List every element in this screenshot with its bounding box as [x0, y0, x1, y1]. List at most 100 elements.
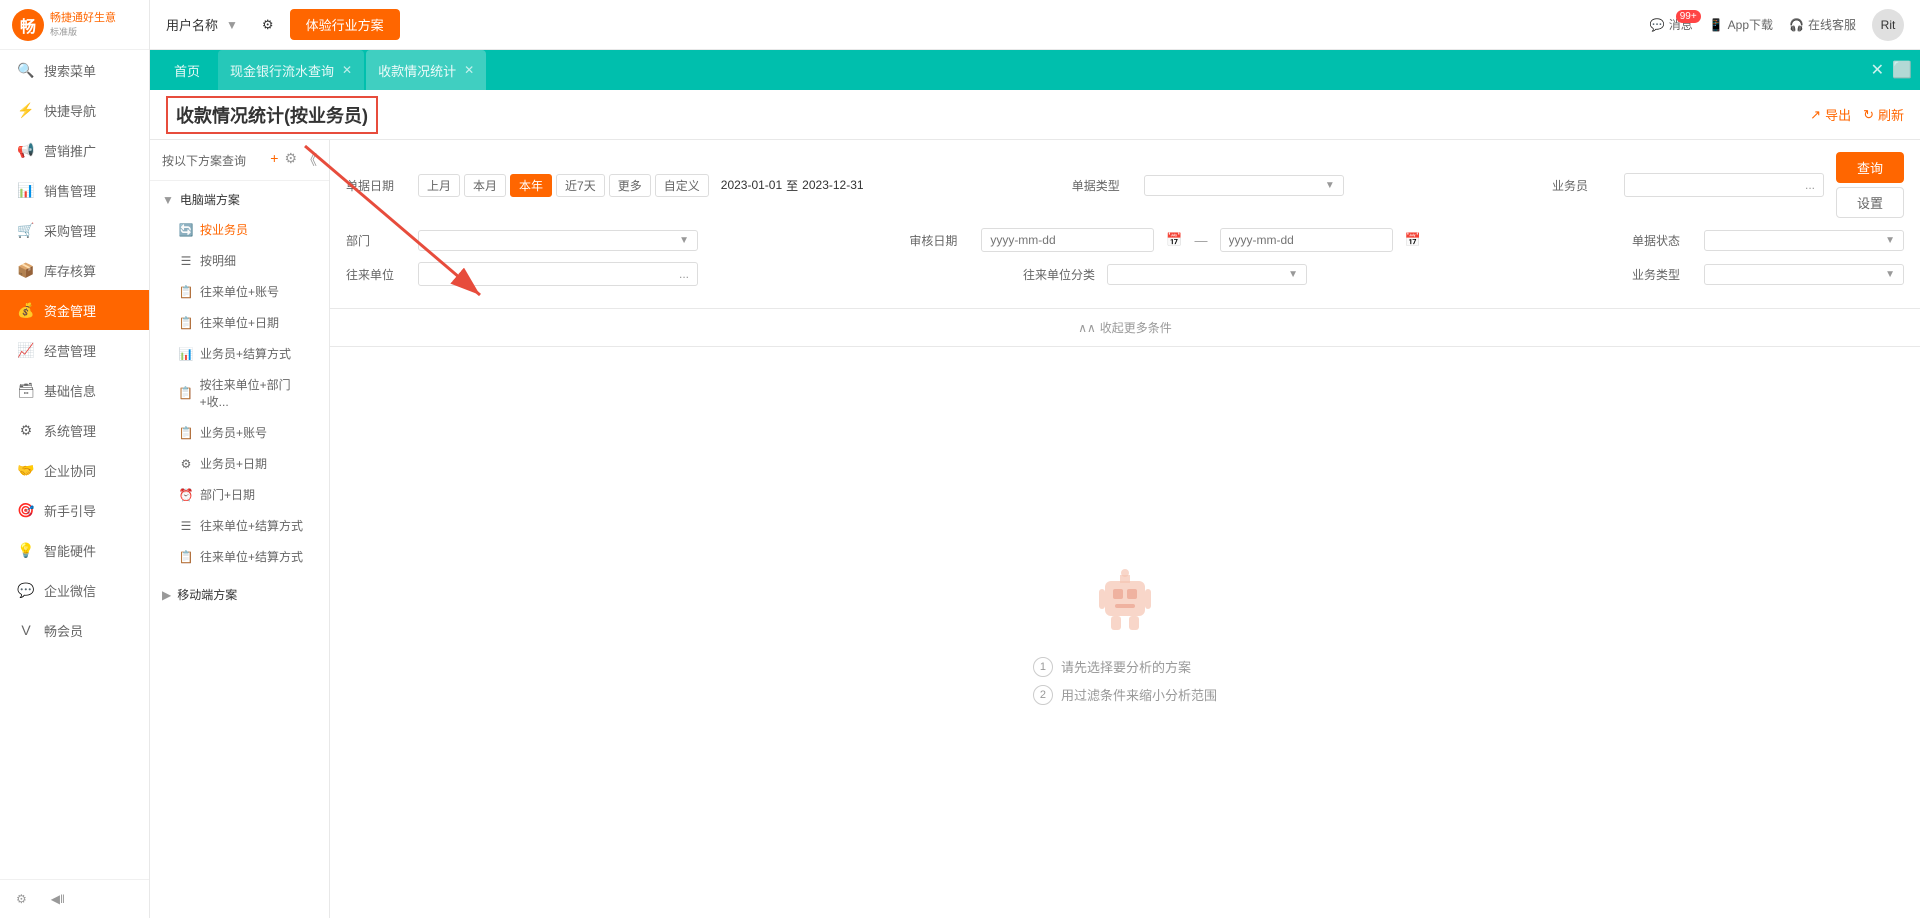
tab-collection-stats[interactable]: 收款情况统计 ✕	[366, 50, 486, 90]
sidebar-item-guide[interactable]: 🎯新手引导	[0, 490, 149, 530]
partner-more-btn[interactable]: ...	[679, 267, 689, 281]
nav-label-search: 搜索菜单	[44, 61, 96, 80]
scheme-item-dept-date-label: 部门+日期	[200, 486, 255, 503]
user-avatar[interactable]: Rit	[1872, 9, 1904, 41]
nav-icon-inventory: 📦	[16, 260, 36, 280]
scheme-item-partner-date[interactable]: 📋 往来单位+日期	[150, 307, 329, 338]
nav-label-member: 畅会员	[44, 621, 83, 640]
tab-maximize-icon[interactable]: ⬜	[1892, 60, 1912, 80]
scheme-item-partner-dept[interactable]: 📋 按往来单位+部门+收...	[150, 369, 329, 417]
review-date-end[interactable]	[1220, 228, 1393, 252]
scheme-item-by-salesman-icon: 🔄	[178, 222, 194, 238]
scheme-item-partner-dept-icon: 📋	[178, 385, 194, 401]
gear-icon-topbar[interactable]: ⚙	[262, 17, 274, 33]
sidebar-item-marketing[interactable]: 📢营销推广	[0, 130, 149, 170]
review-date-label: 审核日期	[909, 232, 969, 249]
breadcrumb[interactable]: 用户名称 ▼	[166, 15, 238, 34]
sidebar-item-search[interactable]: 🔍搜索菜单	[0, 50, 149, 90]
dept-select[interactable]: ▼	[418, 230, 698, 251]
sidebar-item-operation[interactable]: 📈经营管理	[0, 330, 149, 370]
scheme-item-salesman-date[interactable]: ⚙ 业务员+日期	[150, 448, 329, 479]
left-panel-collapse-btn[interactable]: 《	[303, 150, 317, 170]
sidebar-item-finance[interactable]: 💰资金管理	[0, 290, 149, 330]
preset-more[interactable]: 更多	[609, 174, 651, 197]
salesman-more-btn[interactable]: ...	[1805, 178, 1815, 192]
tab-home[interactable]: 首页	[158, 50, 216, 90]
tab-bank-flow-close[interactable]: ✕	[342, 63, 352, 77]
preset-this-year[interactable]: 本年	[510, 174, 552, 197]
sidebar-item-system[interactable]: ⚙系统管理	[0, 410, 149, 450]
calendar-start-icon[interactable]: 📅	[1166, 232, 1182, 248]
tab-bank-flow[interactable]: 现金银行流水查询 ✕	[218, 50, 364, 90]
sidebar-item-inventory[interactable]: 📦库存核算	[0, 250, 149, 290]
scheme-item-partner-account-label: 往来单位+账号	[200, 283, 279, 300]
tab-close-all-icon[interactable]: ✕	[1871, 60, 1884, 80]
page-header: 收款情况统计(按业务员) ↗ 导出 ↻ 刷新	[150, 90, 1920, 140]
refresh-label: 刷新	[1878, 105, 1904, 124]
preset-last-month[interactable]: 上月	[418, 174, 460, 197]
date-to: 至	[786, 177, 798, 194]
sidebar-item-member[interactable]: V畅会员	[0, 610, 149, 650]
partner-category-select[interactable]: ▼	[1107, 264, 1307, 285]
preset-custom[interactable]: 自定义	[655, 174, 709, 197]
review-date-start[interactable]	[981, 228, 1154, 252]
nav-label-hardware: 智能硬件	[44, 541, 96, 560]
scheme-item-partner-settle2[interactable]: 📋 往来单位+结算方式	[150, 541, 329, 572]
left-panel-settings-btn[interactable]: ⚙	[284, 150, 297, 170]
scheme-item-salesman-date-icon: ⚙	[178, 456, 194, 472]
sidebar-item-enterprise[interactable]: 🤝企业协同	[0, 450, 149, 490]
sidebar-item-quick-nav[interactable]: ⚡快捷导航	[0, 90, 149, 130]
scheme-item-partner-date-icon: 📋	[178, 315, 194, 331]
sidebar-item-hardware[interactable]: 💡智能硬件	[0, 530, 149, 570]
nav-label-finance: 资金管理	[44, 301, 96, 320]
sidebar-item-purchase[interactable]: 🛒采购管理	[0, 210, 149, 250]
scheme-item-salesman-account-label: 业务员+账号	[200, 424, 267, 441]
message-icon: 💬	[1650, 18, 1665, 32]
voucher-status-arrow: ▼	[1885, 235, 1895, 246]
scheme-item-partner-account[interactable]: 📋 往来单位+账号	[150, 276, 329, 307]
scheme-item-salesman-settle[interactable]: 📊 业务员+结算方式	[150, 338, 329, 369]
salesman-select[interactable]: ...	[1624, 173, 1824, 197]
refresh-btn[interactable]: ↻ 刷新	[1863, 105, 1904, 124]
scheme-group-pc[interactable]: ▼ 电脑端方案	[150, 185, 329, 214]
query-btn[interactable]: 查询	[1836, 152, 1904, 183]
scheme-item-by-detail[interactable]: ☰ 按明细	[150, 245, 329, 276]
action-buttons: 查询 设置	[1836, 152, 1904, 218]
scheme-item-by-salesman-label: 按业务员	[200, 221, 248, 238]
scheme-item-dept-date[interactable]: ⏰ 部门+日期	[150, 479, 329, 510]
sidebar-item-sales[interactable]: 📊销售管理	[0, 170, 149, 210]
partner-category-label: 往来单位分类	[1023, 266, 1095, 283]
scheme-item-salesman-account[interactable]: 📋 业务员+账号	[150, 417, 329, 448]
date-start: 2023-01-01	[721, 178, 782, 192]
preset-last-7-days[interactable]: 近7天	[556, 174, 605, 197]
filter-settings-btn[interactable]: 设置	[1836, 187, 1904, 218]
trial-btn[interactable]: 体验行业方案	[290, 9, 400, 40]
voucher-status-select[interactable]: ▼	[1704, 230, 1904, 251]
settings-bottom-icon[interactable]: ⚙	[8, 888, 35, 910]
left-panel-add-btn[interactable]: +	[270, 150, 278, 170]
partner-select[interactable]: ...	[418, 262, 698, 286]
export-btn[interactable]: ↗ 导出	[1810, 105, 1851, 124]
app-download-btn[interactable]: 📱 App下载	[1709, 16, 1773, 33]
sidebar-item-basic[interactable]: 🗃基础信息	[0, 370, 149, 410]
nav-label-purchase: 采购管理	[44, 221, 96, 240]
scheme-group-mobile[interactable]: ▶ 移动端方案	[150, 580, 329, 609]
business-type-select[interactable]: ▼	[1704, 264, 1904, 285]
nav-label-system: 系统管理	[44, 421, 96, 440]
preset-this-month[interactable]: 本月	[464, 174, 506, 197]
collapse-bar[interactable]: ∧∧ 收起更多条件	[330, 309, 1920, 347]
voucher-type-select[interactable]: ▼	[1144, 175, 1344, 196]
calendar-end-icon[interactable]: 📅	[1405, 232, 1421, 248]
message-btn[interactable]: 💬 消息 99+	[1650, 16, 1693, 33]
dept-label: 部门	[346, 232, 406, 249]
sidebar-item-wechat[interactable]: 💬企业微信	[0, 570, 149, 610]
nav-icon-marketing: 📢	[16, 140, 36, 160]
service-btn[interactable]: 🎧 在线客服	[1789, 16, 1856, 33]
voucher-status-label: 单据状态	[1632, 232, 1692, 249]
collapse-bottom-icon[interactable]: ◀‖	[43, 888, 73, 910]
scheme-item-partner-settle1[interactable]: ☰ 往来单位+结算方式	[150, 510, 329, 541]
scheme-item-by-salesman[interactable]: 🔄 按业务员	[150, 214, 329, 245]
tab-collection-stats-close[interactable]: ✕	[464, 63, 474, 77]
logo-badge: 标准版	[50, 25, 116, 38]
expand-pc-icon: ▼	[162, 193, 174, 207]
